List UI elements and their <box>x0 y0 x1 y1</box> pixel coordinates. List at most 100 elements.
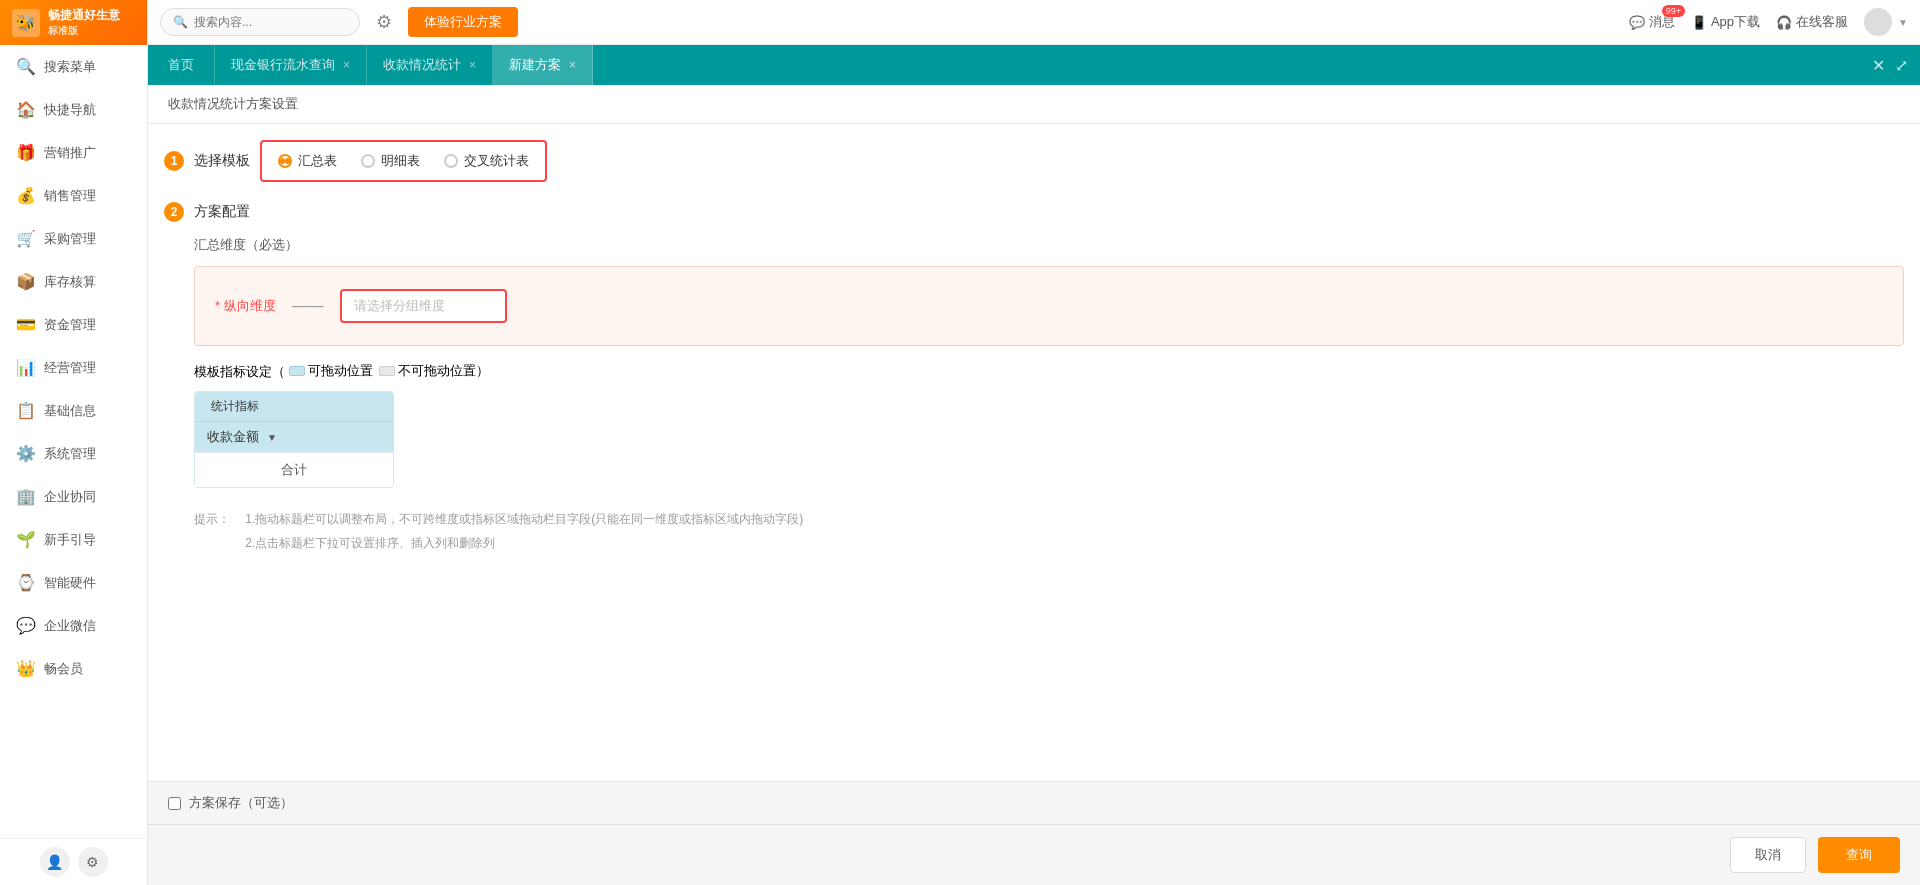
tab-close-bank-flow[interactable]: × <box>343 58 350 72</box>
legend-static-label: 不可拖动位置） <box>398 362 489 380</box>
dimension-dropdown[interactable]: 请选择分组维度 <box>340 289 507 323</box>
sidebar-item-finance[interactable]: 💳 资金管理 <box>0 303 147 346</box>
step2-label: 方案配置 <box>194 203 250 221</box>
tab-new-plan[interactable]: 新建方案 × <box>493 45 593 85</box>
content-area: 收款情况统计方案设置 1 选择模板 汇总表 <box>148 85 1920 885</box>
sidebar-item-search-menu[interactable]: 🔍 搜索菜单 <box>0 45 147 88</box>
sprout-icon: 🌱 <box>16 530 34 549</box>
step1-header: 1 选择模板 汇总表 明细表 <box>164 140 1904 182</box>
legend-draggable-box <box>289 366 305 376</box>
industry-solution-button[interactable]: 体验行业方案 <box>408 7 518 37</box>
step1-number: 1 <box>164 151 184 171</box>
tab-bar-right: ✕ ⤢ <box>1872 56 1920 75</box>
close-window-icon[interactable]: ✕ <box>1872 56 1885 75</box>
radio-detail[interactable]: 明细表 <box>361 152 420 170</box>
sidebar-item-quick-nav[interactable]: 🏠 快捷导航 <box>0 88 147 131</box>
metrics-table-header: 统计指标 <box>195 392 393 421</box>
user-avatar[interactable]: ▼ <box>1864 8 1908 36</box>
chart-icon: 📊 <box>16 358 34 377</box>
bottom-bar: 取消 查询 <box>148 824 1920 885</box>
page-title: 收款情况统计方案设置 <box>168 96 298 111</box>
sidebar-item-smart-hw[interactable]: ⌚ 智能硬件 <box>0 561 147 604</box>
radio-cross-label: 交叉统计表 <box>464 152 529 170</box>
config-inner: 汇总维度（必选） * 纵向维度 —— 请选择分组维度 模 <box>164 236 1904 555</box>
tab-bank-flow[interactable]: 现金银行流水查询 × <box>215 45 367 85</box>
metrics-table: 统计指标 收款金额 ▼ 合计 <box>194 391 394 488</box>
sidebar-item-member[interactable]: 👑 畅会员 <box>0 647 147 690</box>
metrics-label: 模板指标设定（ 可拖动位置 不可拖动位置） <box>194 362 489 381</box>
radio-summary-label: 汇总表 <box>298 152 337 170</box>
sidebar-item-wechat[interactable]: 💬 企业微信 <box>0 604 147 647</box>
main-area: 🔍 ⚙ 体验行业方案 💬 消息 99+ 📱 App下载 🎧 在线客服 ▼ <box>148 0 1920 885</box>
sidebar-avatar-icon[interactable]: 👤 <box>40 847 70 877</box>
sidebar-item-purchase[interactable]: 🛒 采购管理 <box>0 217 147 260</box>
step2-header: 2 方案配置 <box>164 202 1904 222</box>
tab-home[interactable]: 首页 <box>148 45 215 85</box>
cancel-button[interactable]: 取消 <box>1730 837 1806 873</box>
radio-summary[interactable]: 汇总表 <box>278 152 337 170</box>
logo-text: 畅捷通好生意 标准版 <box>48 7 120 38</box>
tips-section: 提示： 1.拖动标题栏可以调整布局，不可跨维度或指标区域拖动栏目字段(只能在同一… <box>194 507 1904 555</box>
money-icon: 💰 <box>16 186 34 205</box>
sidebar-item-inventory[interactable]: 📦 库存核算 <box>0 260 147 303</box>
step2-section: 2 方案配置 汇总维度（必选） * 纵向维度 —— 请选择分组维度 <box>164 202 1904 555</box>
col-dropdown-arrow: ▼ <box>267 432 277 443</box>
chevron-down-icon: ▼ <box>1898 17 1908 28</box>
sidebar-item-operations[interactable]: 📊 经营管理 <box>0 346 147 389</box>
tab-close-new-plan[interactable]: × <box>569 58 576 72</box>
arrow-icon: —— <box>292 297 324 315</box>
topbar: 🔍 ⚙ 体验行业方案 💬 消息 99+ 📱 App下载 🎧 在线客服 ▼ <box>148 0 1920 45</box>
tip-1: 提示： 1.拖动标题栏可以调整布局，不可跨维度或指标区域拖动栏目字段(只能在同一… <box>194 507 1904 531</box>
search-icon: 🔍 <box>16 57 34 76</box>
content-body: 1 选择模板 汇总表 明细表 <box>148 124 1920 781</box>
box-icon: 📦 <box>16 272 34 291</box>
metrics-col-header[interactable]: 收款金额 ▼ <box>195 421 393 452</box>
search-icon-topbar: 🔍 <box>173 15 188 29</box>
template-selection-group: 汇总表 明细表 交叉统计表 <box>260 140 547 182</box>
save-section: 方案保存（可选） <box>148 781 1920 824</box>
sidebar: 🐝 畅捷通好生意 标准版 🔍 搜索菜单 🏠 快捷导航 🎁 营销推广 💰 销售管理… <box>0 0 148 885</box>
sidebar-item-basic-info[interactable]: 📋 基础信息 <box>0 389 147 432</box>
settings-gear-icon[interactable]: ⚙ <box>376 11 392 33</box>
tab-close-collection-stats[interactable]: × <box>469 58 476 72</box>
query-button[interactable]: 查询 <box>1818 837 1900 873</box>
legend-static-box <box>379 366 395 376</box>
cart-icon: 🛒 <box>16 229 34 248</box>
tab-collection-stats[interactable]: 收款情况统计 × <box>367 45 493 85</box>
metrics-cell-total: 合计 <box>195 452 393 487</box>
sidebar-bottom: 👤 ⚙ <box>0 838 147 885</box>
metrics-header: 模板指标设定（ 可拖动位置 不可拖动位置） <box>194 362 1904 381</box>
sidebar-item-enterprise[interactable]: 🏢 企业协同 <box>0 475 147 518</box>
radio-detail-label: 明细表 <box>381 152 420 170</box>
maximize-icon[interactable]: ⤢ <box>1895 56 1908 75</box>
building-icon: 🏢 <box>16 487 34 506</box>
page-header: 收款情况统计方案设置 <box>148 85 1920 124</box>
chat-icon: 💬 <box>16 616 34 635</box>
sidebar-settings-icon[interactable]: ⚙ <box>78 847 108 877</box>
legend-draggable-label: 可拖动位置 <box>308 362 373 380</box>
search-input[interactable] <box>194 15 347 29</box>
sidebar-item-sales[interactable]: 💰 销售管理 <box>0 174 147 217</box>
logo-icon: 🐝 <box>12 9 40 37</box>
gift-icon: 🎁 <box>16 143 34 162</box>
dimension-section-label: 汇总维度（必选） <box>194 236 1904 254</box>
radio-summary-circle <box>278 154 292 168</box>
radio-cross-circle <box>444 154 458 168</box>
tip-prefix: 提示： <box>194 512 242 526</box>
search-bar[interactable]: 🔍 <box>160 8 360 36</box>
home-icon: 🏠 <box>16 100 34 119</box>
tab-bar: 首页 现金银行流水查询 × 收款情况统计 × 新建方案 × ✕ ⤢ <box>148 45 1920 85</box>
notification-button[interactable]: 💬 消息 99+ <box>1629 13 1675 31</box>
save-label: 方案保存（可选） <box>189 794 293 812</box>
radio-detail-circle <box>361 154 375 168</box>
radio-cross[interactable]: 交叉统计表 <box>444 152 529 170</box>
card-icon: 💳 <box>16 315 34 334</box>
step1-label: 选择模板 <box>194 152 250 170</box>
save-checkbox[interactable] <box>168 797 181 810</box>
dimension-row: * 纵向维度 —— 请选择分组维度 <box>215 289 507 323</box>
online-support-button[interactable]: 🎧 在线客服 <box>1776 13 1848 31</box>
app-download-button[interactable]: 📱 App下载 <box>1691 13 1760 31</box>
sidebar-item-marketing[interactable]: 🎁 营销推广 <box>0 131 147 174</box>
sidebar-item-system[interactable]: ⚙️ 系统管理 <box>0 432 147 475</box>
sidebar-item-guide[interactable]: 🌱 新手引导 <box>0 518 147 561</box>
